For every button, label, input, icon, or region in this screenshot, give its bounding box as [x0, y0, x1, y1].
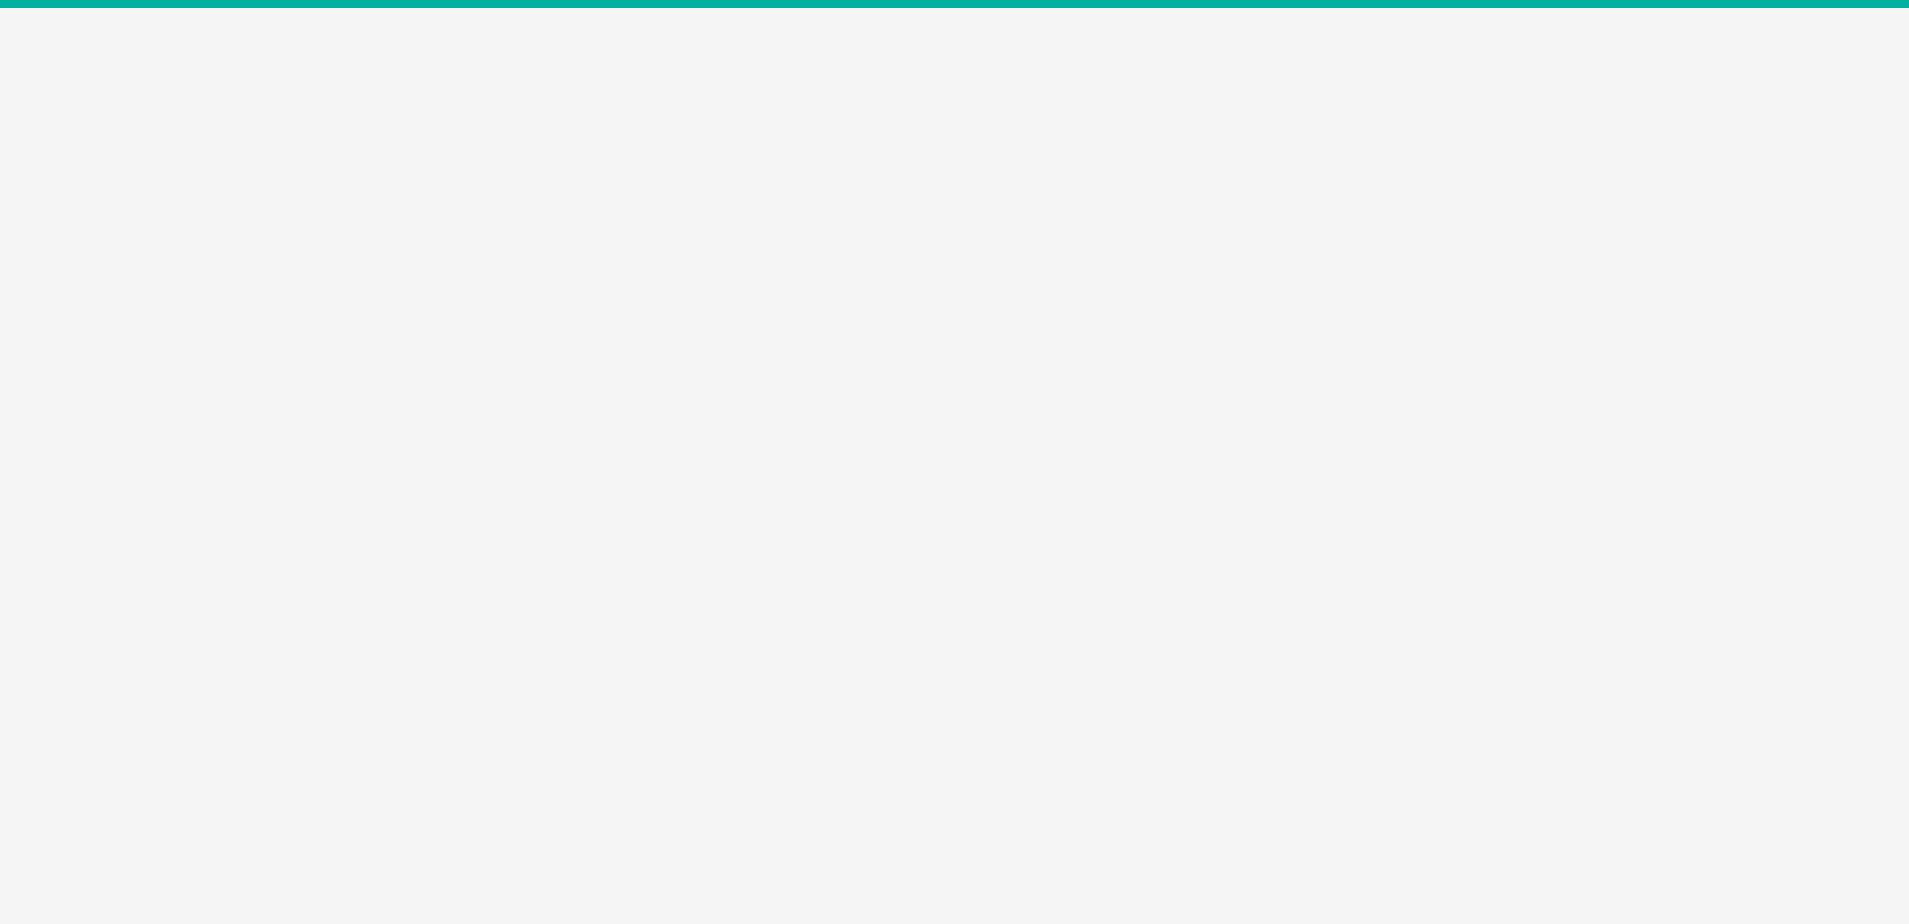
teal-header: [0, 0, 1909, 8]
